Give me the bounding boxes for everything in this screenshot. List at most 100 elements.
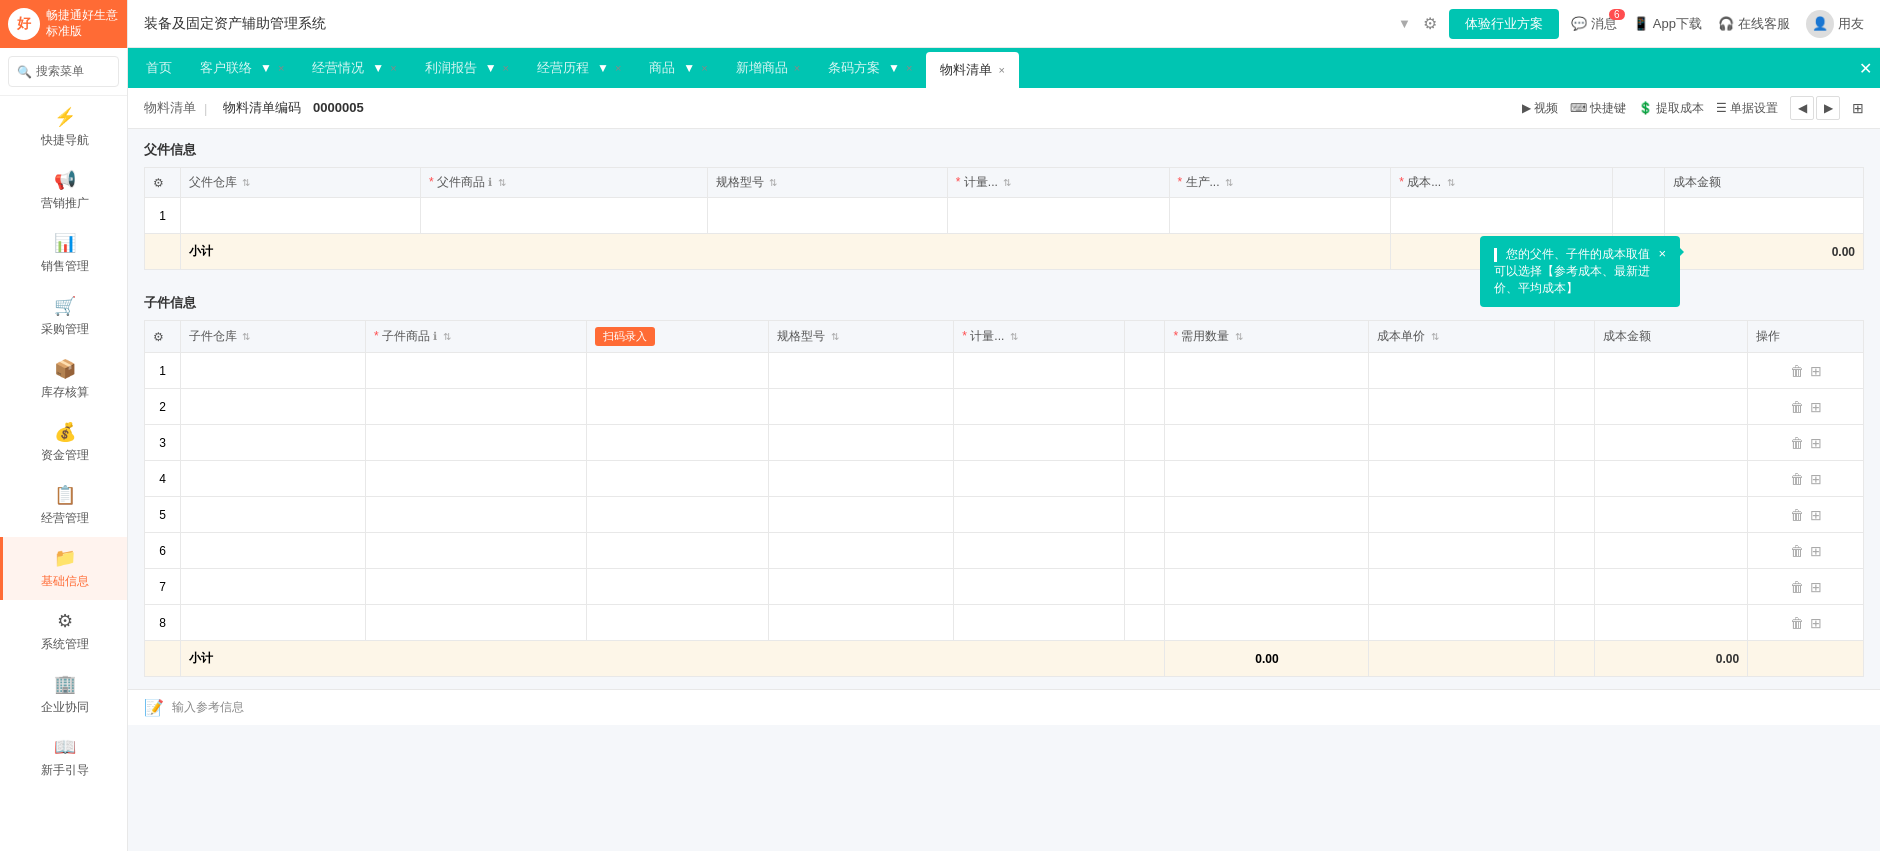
child-unit-cell[interactable]	[954, 569, 1125, 605]
child-price-cell[interactable]	[1369, 533, 1554, 569]
child-unit-cell[interactable]	[954, 533, 1125, 569]
tab-operation-close[interactable]: ×	[390, 62, 396, 74]
parent-spec-cell[interactable]	[707, 198, 947, 234]
sidebar-item-system[interactable]: ⚙ 系统管理	[0, 600, 127, 663]
child-qty-cell[interactable]	[1165, 533, 1369, 569]
child-goods-cell[interactable]	[366, 497, 587, 533]
child-warehouse-cell[interactable]	[181, 353, 366, 389]
parent-warehouse-cell[interactable]	[181, 198, 421, 234]
tab-new-goods-close[interactable]: ×	[794, 62, 800, 74]
child-warehouse-cell[interactable]	[181, 605, 366, 641]
online-service-button[interactable]: 🎧 在线客服	[1718, 15, 1790, 33]
child-spec-cell[interactable]	[769, 497, 954, 533]
child-price-cell[interactable]	[1369, 605, 1554, 641]
child-spec-cell[interactable]	[769, 425, 954, 461]
copy-icon[interactable]: ⊞	[1810, 615, 1822, 631]
copy-icon[interactable]: ⊞	[1810, 399, 1822, 415]
sidebar-item-marketing[interactable]: 📢 营销推广	[0, 159, 127, 222]
child-warehouse-cell[interactable]	[181, 425, 366, 461]
sidebar-item-inventory[interactable]: 📦 库存核算	[0, 348, 127, 411]
child-spec-cell[interactable]	[769, 533, 954, 569]
tab-goods[interactable]: 商品 ▼ ×	[635, 48, 721, 88]
shortcut-action[interactable]: ⌨ 快捷键	[1570, 100, 1626, 117]
cost-action[interactable]: 💲 提取成本	[1638, 100, 1704, 117]
tab-profit[interactable]: 利润报告 ▼ ×	[411, 48, 523, 88]
copy-icon[interactable]: ⊞	[1810, 363, 1822, 379]
delete-icon[interactable]: 🗑	[1790, 507, 1804, 523]
prev-arrow[interactable]: ◀	[1790, 96, 1814, 120]
parent-cost-cell[interactable]	[1391, 198, 1613, 234]
tab-history-close[interactable]: ×	[615, 62, 621, 74]
th-settings-child[interactable]: ⚙	[145, 321, 181, 353]
child-spec-cell[interactable]	[769, 461, 954, 497]
copy-icon[interactable]: ⊞	[1810, 435, 1822, 451]
tooltip-close-button[interactable]: ×	[1658, 246, 1666, 261]
tab-goods-close[interactable]: ×	[701, 62, 707, 74]
child-warehouse-cell[interactable]	[181, 533, 366, 569]
parent-unit-cell[interactable]	[947, 198, 1169, 234]
tab-new-goods[interactable]: 新增商品 ×	[722, 48, 814, 88]
child-unit-cell[interactable]	[954, 497, 1125, 533]
close-all-tabs-button[interactable]: ✕	[1859, 59, 1872, 78]
child-qty-cell[interactable]	[1165, 569, 1369, 605]
search-menu-button[interactable]: 🔍 搜索菜单	[8, 56, 119, 87]
delete-icon[interactable]: 🗑	[1790, 435, 1804, 451]
sidebar-item-quick-nav[interactable]: ⚡ 快捷导航	[0, 96, 127, 159]
tab-bom[interactable]: 物料清单 ×	[926, 52, 1018, 88]
tab-customer[interactable]: 客户联络 ▼ ×	[186, 48, 298, 88]
child-price-cell[interactable]	[1369, 425, 1554, 461]
parent-goods-cell[interactable]	[420, 198, 707, 234]
child-goods-cell[interactable]	[366, 425, 587, 461]
child-unit-cell[interactable]	[954, 389, 1125, 425]
child-unit-cell[interactable]	[954, 353, 1125, 389]
child-goods-cell[interactable]	[366, 461, 587, 497]
grid-view-icon[interactable]: ⊞	[1852, 100, 1864, 116]
copy-icon[interactable]: ⊞	[1810, 507, 1822, 523]
child-warehouse-cell[interactable]	[181, 461, 366, 497]
child-qty-cell[interactable]	[1165, 353, 1369, 389]
child-qty-cell[interactable]	[1165, 461, 1369, 497]
child-warehouse-cell[interactable]	[181, 569, 366, 605]
sidebar-item-enterprise[interactable]: 🏢 企业协同	[0, 663, 127, 726]
next-arrow[interactable]: ▶	[1816, 96, 1840, 120]
tab-barcode-close[interactable]: ×	[906, 62, 912, 74]
child-price-cell[interactable]	[1369, 497, 1554, 533]
doc-settings-action[interactable]: ☰ 单据设置	[1716, 100, 1778, 117]
tab-customer-close[interactable]: ×	[278, 62, 284, 74]
tab-bom-close[interactable]: ×	[998, 64, 1004, 76]
sidebar-item-operation[interactable]: 📋 经营管理	[0, 474, 127, 537]
breadcrumb-bom[interactable]: 物料清单	[144, 99, 196, 117]
messages-button[interactable]: 💬 消息 6	[1571, 15, 1617, 33]
delete-icon[interactable]: 🗑	[1790, 363, 1804, 379]
child-qty-cell[interactable]	[1165, 425, 1369, 461]
child-warehouse-cell[interactable]	[181, 389, 366, 425]
child-spec-cell[interactable]	[769, 605, 954, 641]
app-download-button[interactable]: 📱 App下载	[1633, 15, 1702, 33]
delete-icon[interactable]: 🗑	[1790, 543, 1804, 559]
sidebar-item-basic-info[interactable]: 📁 基础信息	[0, 537, 127, 600]
child-price-cell[interactable]	[1369, 389, 1554, 425]
delete-icon[interactable]: 🗑	[1790, 615, 1804, 631]
child-price-cell[interactable]	[1369, 569, 1554, 605]
user-area[interactable]: 👤 用友	[1806, 10, 1864, 38]
child-warehouse-cell[interactable]	[181, 497, 366, 533]
child-goods-cell[interactable]	[366, 389, 587, 425]
tab-history[interactable]: 经营历程 ▼ ×	[523, 48, 635, 88]
th-scan[interactable]: 扫码录入	[587, 321, 769, 353]
tab-barcode[interactable]: 条码方案 ▼ ×	[814, 48, 926, 88]
parent-produce-cell[interactable]	[1169, 198, 1391, 234]
try-button[interactable]: 体验行业方案	[1449, 9, 1559, 39]
tab-profit-close[interactable]: ×	[503, 62, 509, 74]
child-unit-cell[interactable]	[954, 461, 1125, 497]
copy-icon[interactable]: ⊞	[1810, 471, 1822, 487]
copy-icon[interactable]: ⊞	[1810, 543, 1822, 559]
child-price-cell[interactable]	[1369, 461, 1554, 497]
child-unit-cell[interactable]	[954, 605, 1125, 641]
sidebar-item-finance[interactable]: 💰 资金管理	[0, 411, 127, 474]
delete-icon[interactable]: 🗑	[1790, 579, 1804, 595]
child-price-cell[interactable]	[1369, 353, 1554, 389]
child-qty-cell[interactable]	[1165, 497, 1369, 533]
child-qty-cell[interactable]	[1165, 605, 1369, 641]
copy-icon[interactable]: ⊞	[1810, 579, 1822, 595]
delete-icon[interactable]: 🗑	[1790, 471, 1804, 487]
